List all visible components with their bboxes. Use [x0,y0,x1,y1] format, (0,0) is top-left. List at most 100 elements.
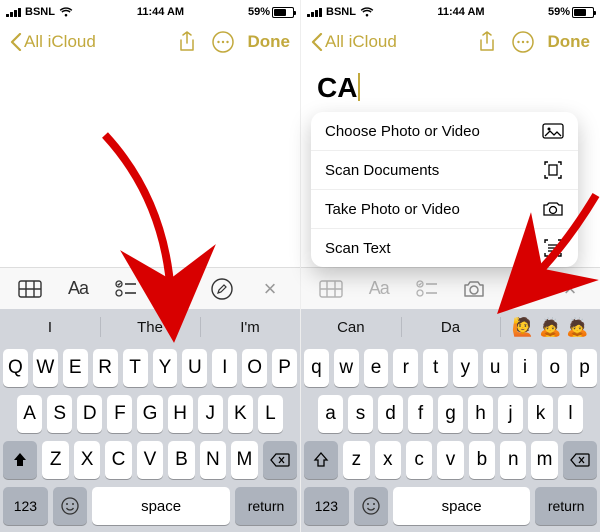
backspace-icon [270,453,290,467]
letter-key[interactable]: i [513,349,538,387]
letter-key[interactable]: b [469,441,495,479]
text-format-button[interactable]: Aa [61,274,95,304]
letter-key[interactable]: s [348,395,373,433]
letter-key[interactable]: E [63,349,88,387]
menu-label: Take Photo or Video [325,201,460,218]
letter-key[interactable]: e [364,349,389,387]
shift-key[interactable] [304,441,338,479]
letter-key[interactable]: G [137,395,162,433]
note-body[interactable] [0,62,300,267]
letter-key[interactable]: M [231,441,257,479]
letter-key[interactable]: U [182,349,207,387]
more-button[interactable] [212,31,234,53]
return-key[interactable]: return [235,487,297,525]
letter-key[interactable]: f [408,395,433,433]
letter-key[interactable]: Y [153,349,178,387]
done-button[interactable]: Done [248,32,291,52]
delete-key[interactable] [563,441,597,479]
suggestion-emoji[interactable]: 🙋 🙇 🙇 [500,309,600,345]
table-button[interactable] [314,274,348,304]
numeric-key[interactable]: 123 [3,487,48,525]
letter-key[interactable]: j [498,395,523,433]
text-format-button[interactable]: Aa [362,274,396,304]
menu-take-photo[interactable]: Take Photo or Video [311,190,578,229]
more-button[interactable] [512,31,534,53]
space-key[interactable]: space [393,487,530,525]
letter-key[interactable]: R [93,349,118,387]
letter-key[interactable]: m [531,441,557,479]
done-button[interactable]: Done [548,32,591,52]
letter-key[interactable]: D [77,395,102,433]
letter-key[interactable]: t [423,349,448,387]
letter-key[interactable]: T [123,349,148,387]
markup-button[interactable] [505,274,539,304]
return-key[interactable]: return [535,487,597,525]
letter-key[interactable]: C [105,441,131,479]
letter-key[interactable]: c [406,441,432,479]
letter-key[interactable]: w [334,349,359,387]
letter-key[interactable]: d [378,395,403,433]
letter-key[interactable]: S [47,395,72,433]
emoji-key[interactable] [354,487,388,525]
keyboard: QWERTYUIOP ASDFGHJKL ZXCVBNM 123 space r… [0,345,300,532]
back-button[interactable]: All iCloud [10,32,96,52]
letter-key[interactable]: P [272,349,297,387]
suggestion[interactable]: The [100,309,200,345]
menu-scan-documents[interactable]: Scan Documents [311,151,578,190]
letter-key[interactable]: V [137,441,163,479]
share-button[interactable] [176,31,198,53]
letter-key[interactable]: o [542,349,567,387]
markup-button[interactable] [205,274,239,304]
shift-key[interactable] [3,441,37,479]
camera-button[interactable] [457,274,491,304]
letter-key[interactable]: r [393,349,418,387]
letter-key[interactable]: x [375,441,401,479]
letter-key[interactable]: Z [42,441,68,479]
letter-key[interactable]: u [483,349,508,387]
suggestion[interactable]: Da [401,309,501,345]
emoji-key[interactable] [53,487,87,525]
letter-key[interactable]: n [500,441,526,479]
letter-key[interactable]: k [528,395,553,433]
back-button[interactable]: All iCloud [311,32,397,52]
close-toolbar-button[interactable]: × [553,274,587,304]
letter-key[interactable]: K [228,395,253,433]
letter-key[interactable]: B [168,441,194,479]
letter-key[interactable]: J [198,395,223,433]
note-body[interactable]: CA Choose Photo or Video Scan Documents … [301,62,600,267]
suggestion[interactable]: I'm [200,309,300,345]
camera-button[interactable] [157,274,191,304]
letter-key[interactable]: F [107,395,132,433]
letter-key[interactable]: X [74,441,100,479]
letter-key[interactable]: p [572,349,597,387]
letter-key[interactable]: L [258,395,283,433]
letter-key[interactable]: N [200,441,226,479]
delete-key[interactable] [263,441,297,479]
letter-key[interactable]: a [318,395,343,433]
letter-key[interactable]: H [168,395,193,433]
letter-key[interactable]: y [453,349,478,387]
numeric-key[interactable]: 123 [304,487,349,525]
checklist-button[interactable] [410,274,444,304]
letter-key[interactable]: l [558,395,583,433]
suggestion[interactable]: Can [301,309,401,345]
menu-choose-photo[interactable]: Choose Photo or Video [311,112,578,151]
letter-key[interactable]: q [304,349,329,387]
share-button[interactable] [476,31,498,53]
letter-key[interactable]: g [438,395,463,433]
checklist-button[interactable] [109,274,143,304]
letter-key[interactable]: A [17,395,42,433]
space-key[interactable]: space [92,487,230,525]
letter-key[interactable]: z [343,441,369,479]
suggestion[interactable]: I [0,309,100,345]
letter-key[interactable]: Q [3,349,28,387]
letter-key[interactable]: h [468,395,493,433]
table-button[interactable] [13,274,47,304]
letter-key[interactable]: v [437,441,463,479]
letter-key[interactable]: W [33,349,58,387]
letter-key[interactable]: O [242,349,267,387]
back-label: All iCloud [325,32,397,52]
close-toolbar-button[interactable]: × [253,274,287,304]
letter-key[interactable]: I [212,349,237,387]
menu-scan-text[interactable]: Scan Text [311,229,578,267]
